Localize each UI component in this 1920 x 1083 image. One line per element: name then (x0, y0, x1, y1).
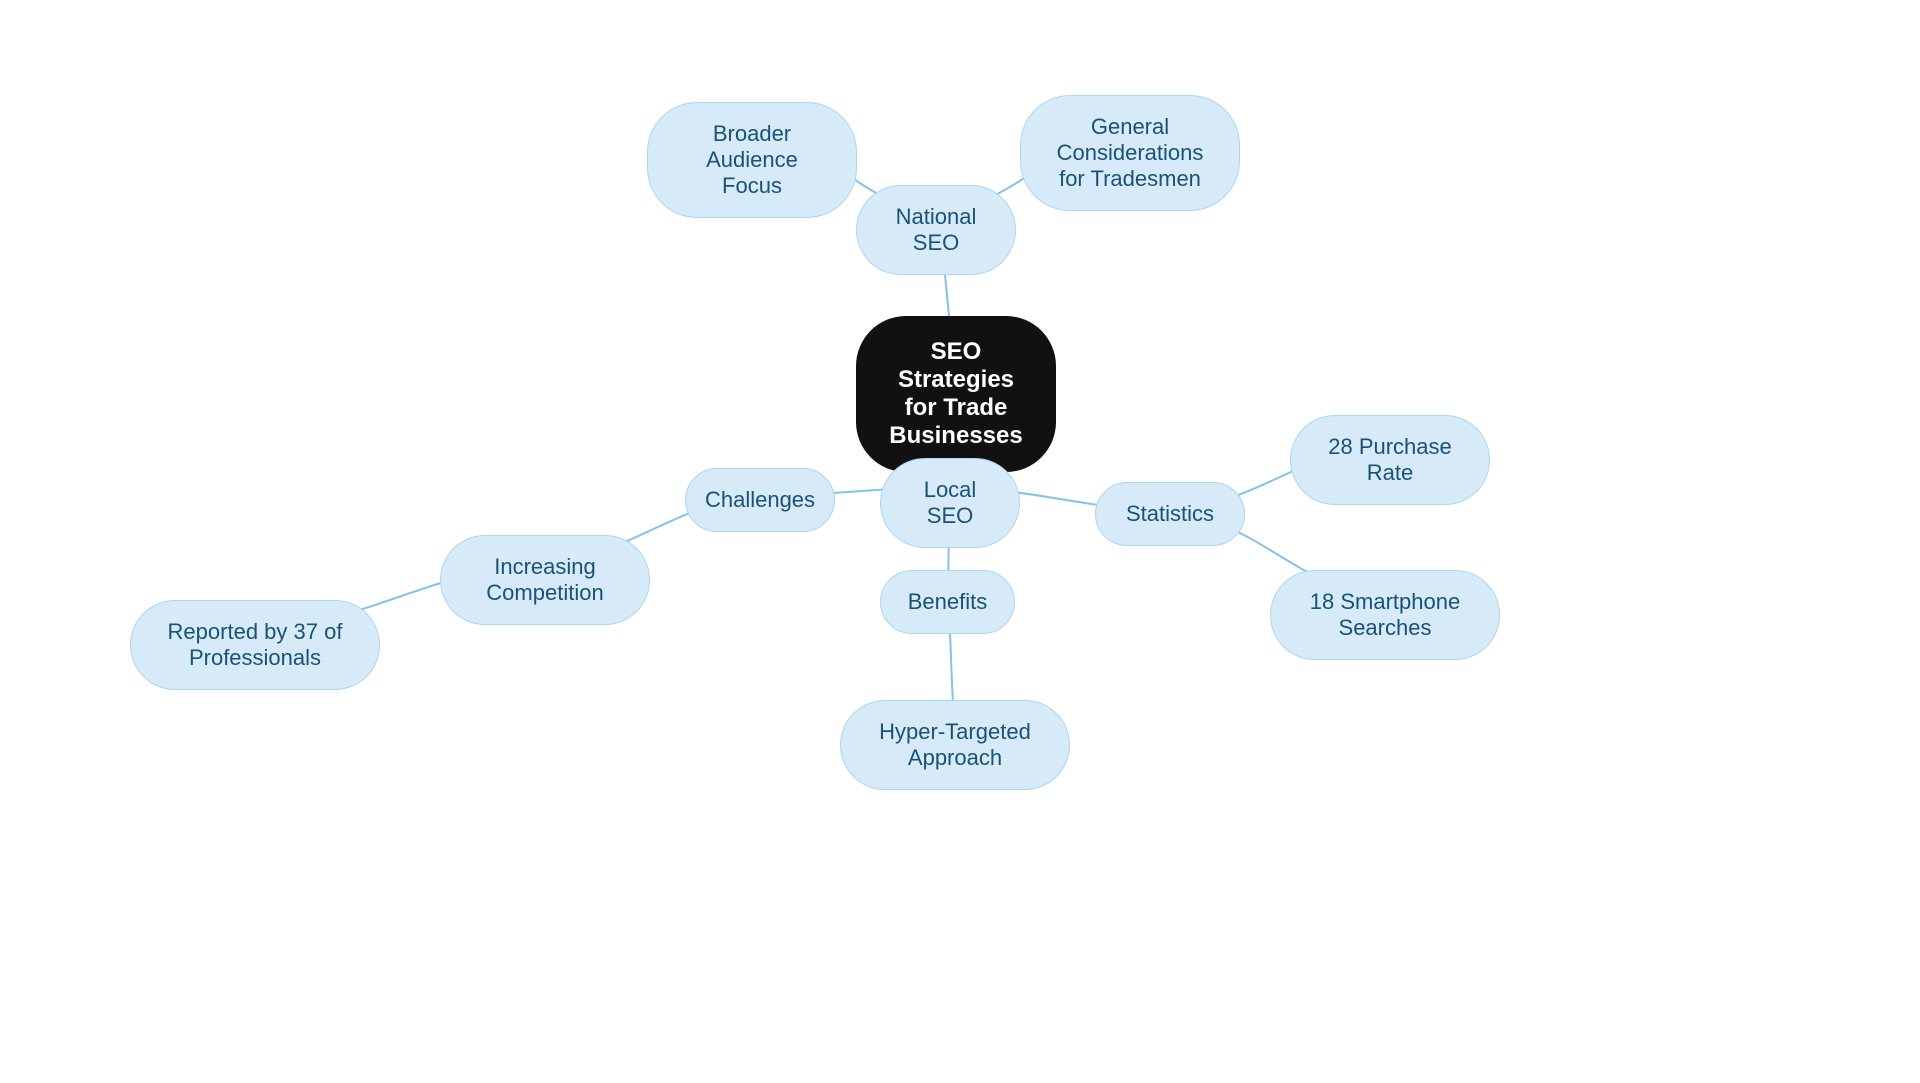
node-localSEO[interactable]: Local SEO (880, 458, 1020, 548)
node-generalConsiderations[interactable]: General Considerations for Tradesmen (1020, 95, 1240, 211)
node-smartphoneSearches[interactable]: 18 Smartphone Searches (1270, 570, 1500, 660)
node-reportedBy[interactable]: Reported by 37 of Professionals (130, 600, 380, 690)
node-nationalSEO[interactable]: National SEO (856, 185, 1016, 275)
node-statistics[interactable]: Statistics (1095, 482, 1245, 546)
node-broaderAudience[interactable]: Broader Audience Focus (647, 102, 857, 218)
node-hyperTargeted[interactable]: Hyper-Targeted Approach (840, 700, 1070, 790)
node-purchaseRate[interactable]: 28 Purchase Rate (1290, 415, 1490, 505)
node-increasingCompetition[interactable]: Increasing Competition (440, 535, 650, 625)
node-challenges[interactable]: Challenges (685, 468, 835, 532)
node-benefits[interactable]: Benefits (880, 570, 1015, 634)
node-center[interactable]: SEO Strategies for Trade Businesses (856, 316, 1056, 472)
